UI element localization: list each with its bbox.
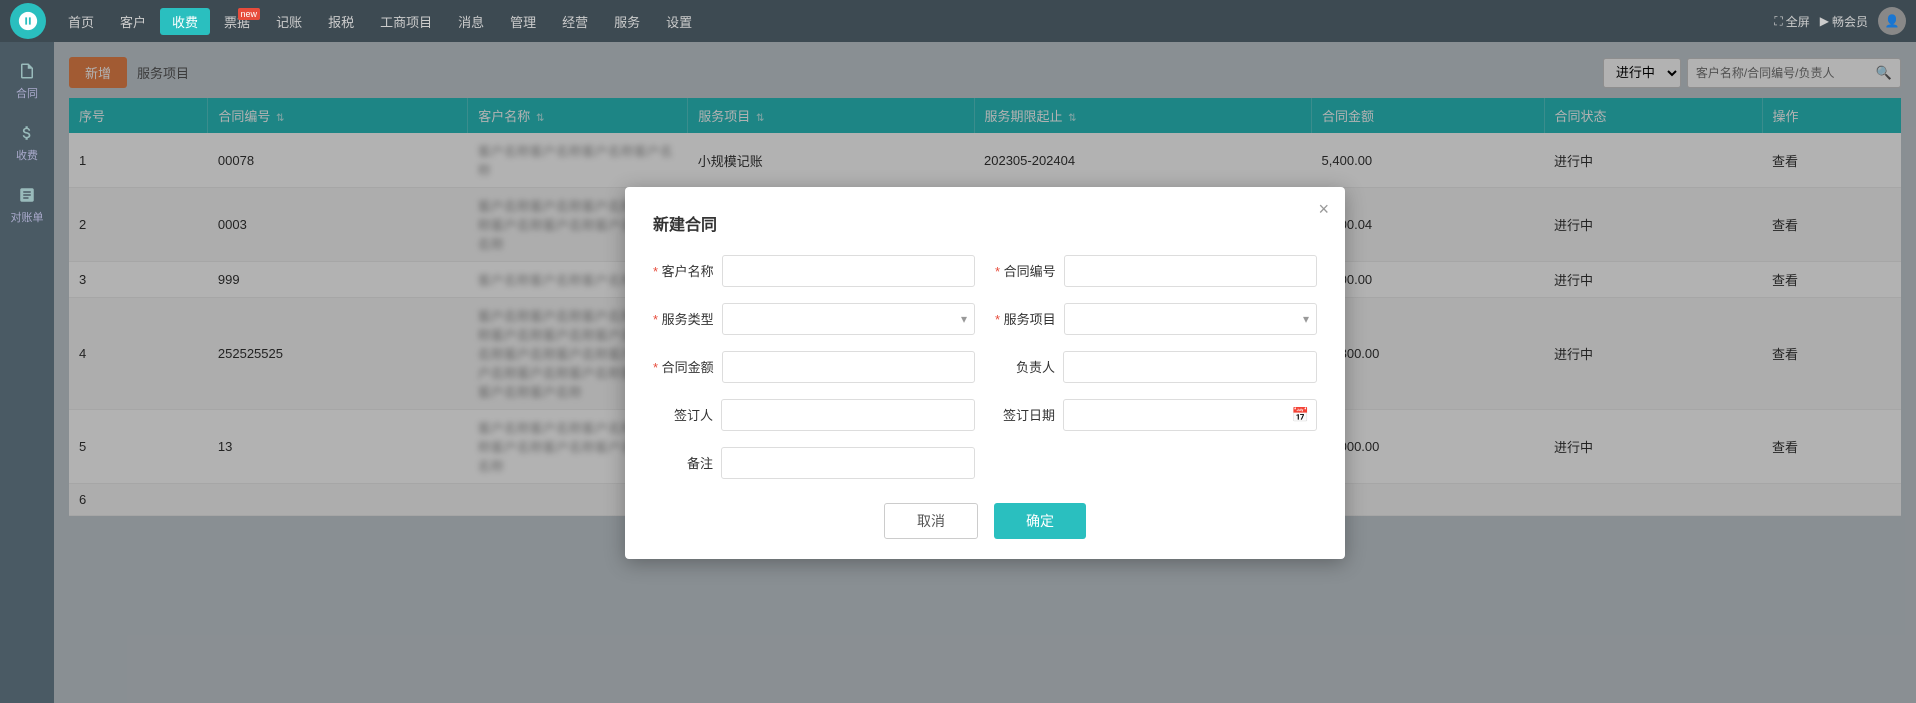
cancel-button[interactable]: 取消 [884,503,978,539]
customer-name-input[interactable] [722,255,975,287]
field-contract-amount: 合同金额 0.00 [653,351,975,383]
form-row-5: 备注 [653,447,1317,479]
contract-no-label: 合同编号 [995,261,1056,280]
customer-name-label: 客户名称 [653,261,714,280]
modal-overlay: × 新建合同 客户名称 合同编号 服务类型 [54,42,1916,703]
service-type-label: 服务类型 [653,309,714,328]
nav-service[interactable]: 服务 [602,8,652,35]
fee-icon [16,122,38,144]
avatar[interactable]: 👤 [1878,7,1906,35]
service-type-select[interactable] [722,303,975,335]
nav-fee[interactable]: 收费 [160,8,210,35]
responsible-label: 负责人 [995,357,1055,376]
sign-date-label: 签订日期 [995,405,1055,424]
nav-operation[interactable]: 经营 [550,8,600,35]
contract-amount-label: 合同金额 [653,357,714,376]
field-service-item: 服务项目 [995,303,1317,335]
sidebar-item-contract[interactable]: 合同 [0,52,54,109]
sidebar-item-fee[interactable]: 收费 [0,114,54,171]
nav-management[interactable]: 管理 [498,8,548,35]
form-row-2: 服务类型 服务项目 [653,303,1317,335]
nav-settings[interactable]: 设置 [654,8,704,35]
form-row-3: 合同金额 0.00 负责人 [653,351,1317,383]
contract-icon [16,60,38,82]
field-responsible: 负责人 [995,351,1317,383]
nav-customer[interactable]: 客户 [108,8,158,35]
remark-input[interactable] [721,447,975,479]
nav-items: 首页 客户 收费 票据 new 记账 报税 工商项目 消息 管理 经营 服务 设… [56,8,1774,35]
new-contract-modal: × 新建合同 客户名称 合同编号 服务类型 [625,187,1345,559]
form-row-1: 客户名称 合同编号 [653,255,1317,287]
field-service-type: 服务类型 [653,303,975,335]
service-item-select[interactable] [1064,303,1317,335]
top-navigation: 首页 客户 收费 票据 new 记账 报税 工商项目 消息 管理 经营 服务 设… [0,0,1916,42]
field-sign-date: 签订日期 2023-06-06 📅 [995,399,1317,431]
remark-label: 备注 [653,453,713,472]
contract-no-input[interactable] [1064,255,1317,287]
modal-close-button[interactable]: × [1318,199,1329,220]
nav-home[interactable]: 首页 [56,8,106,35]
sidebar-item-statement[interactable]: 对账单 [0,176,54,233]
nav-bookkeeping[interactable]: 记账 [264,8,314,35]
modal-title: 新建合同 [653,211,1317,235]
field-customer-name: 客户名称 [653,255,975,287]
nav-business[interactable]: 工商项目 [368,8,444,35]
signer-input[interactable] [721,399,975,431]
sign-date-input[interactable]: 2023-06-06 [1063,399,1317,431]
nav-right: ⛶ 全屏 ▶ 畅会员 👤 [1774,7,1906,35]
confirm-button[interactable]: 确定 [994,503,1086,539]
nav-invoice[interactable]: 票据 new [212,8,262,35]
responsible-input[interactable] [1063,351,1317,383]
field-contract-no: 合同编号 [995,255,1317,287]
play-icon: ▶ [1820,14,1829,28]
calendar-icon[interactable]: 📅 [1292,406,1309,423]
modal-footer: 取消 确定 [653,503,1317,539]
app-logo [10,3,46,39]
field-signer: 签订人 [653,399,975,431]
nav-tax[interactable]: 报税 [316,8,366,35]
fullscreen-button[interactable]: ⛶ 全屏 [1774,13,1809,30]
contract-amount-input[interactable]: 0.00 [722,351,975,383]
service-item-label: 服务项目 [995,309,1056,328]
new-badge: new [238,8,261,20]
nav-message[interactable]: 消息 [446,8,496,35]
main-layout: 合同 收费 对账单 新增 服务项目 进行中 已完成 已取消 [0,42,1916,703]
field-remark: 备注 [653,447,975,479]
form-row-4: 签订人 签订日期 2023-06-06 📅 [653,399,1317,431]
sidebar: 合同 收费 对账单 [0,42,54,703]
signer-label: 签订人 [653,405,713,424]
member-button[interactable]: ▶ 畅会员 [1820,13,1868,30]
statement-icon [16,184,38,206]
content-area: 新增 服务项目 进行中 已完成 已取消 🔍 序号 合同 [54,42,1916,703]
fullscreen-icon: ⛶ [1774,14,1782,29]
